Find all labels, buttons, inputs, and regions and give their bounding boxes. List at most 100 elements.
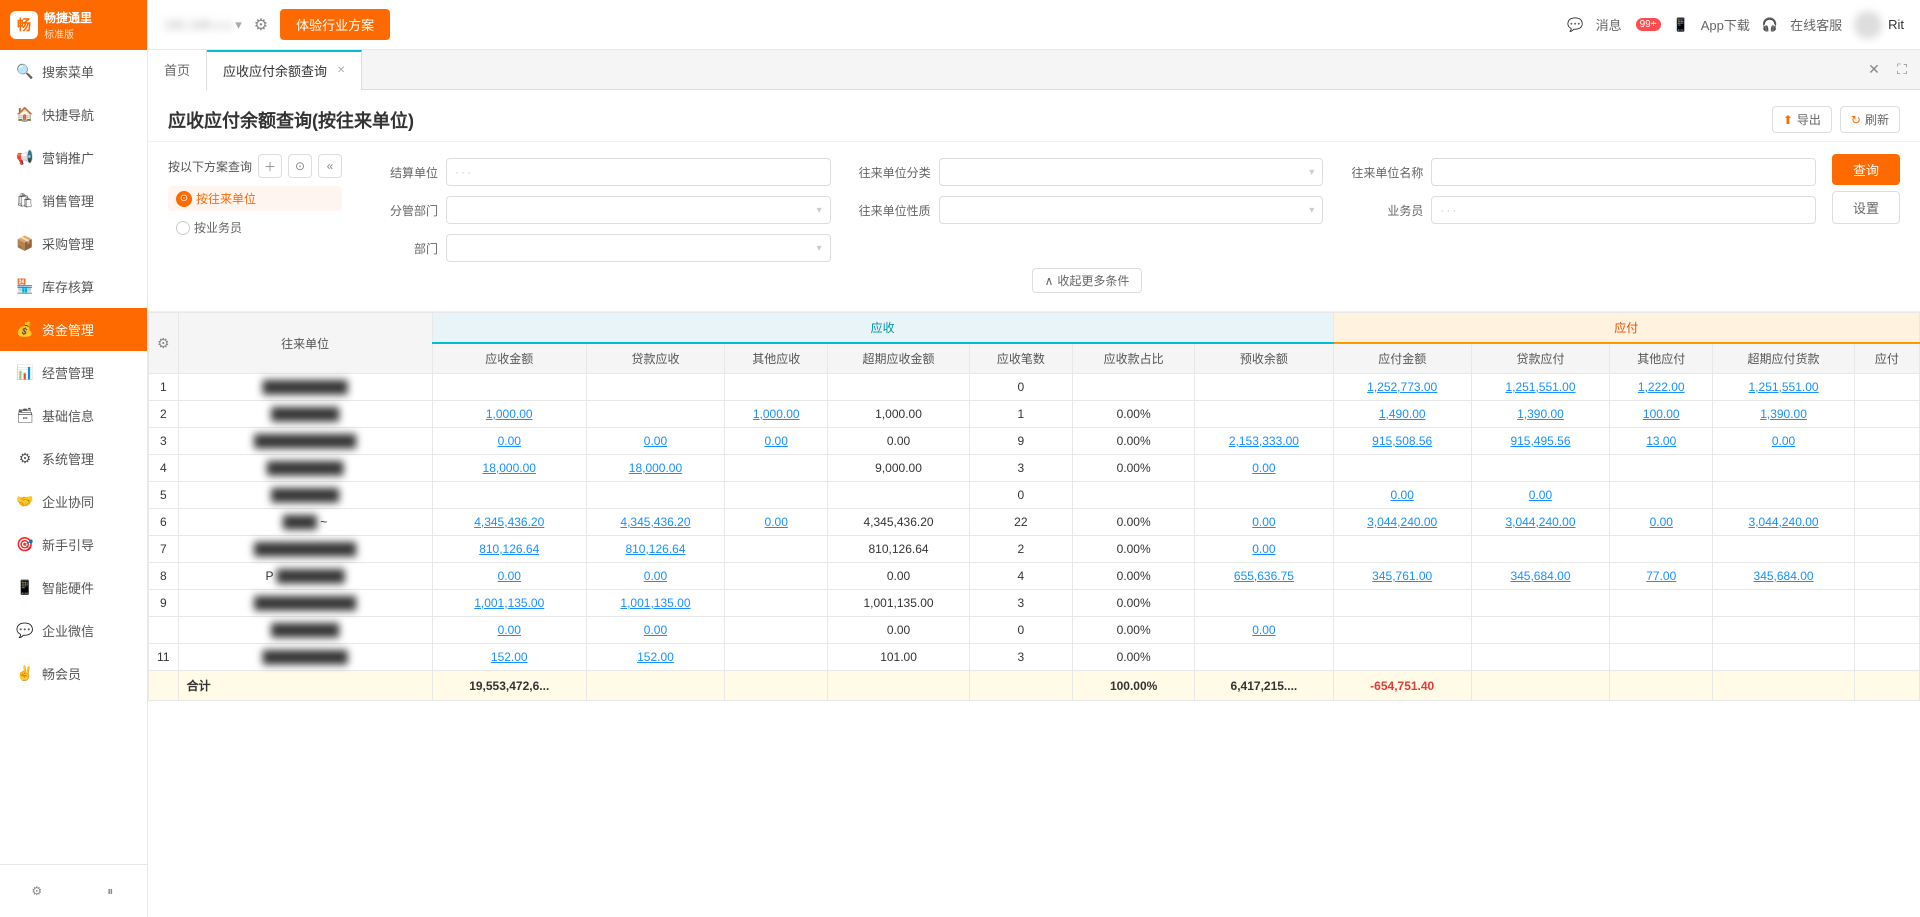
sidebar-item-inventory[interactable]: 🏪 库存核算 [0, 265, 147, 308]
query-settings-btns: 查询 设置 [1832, 154, 1900, 224]
partner-name-input[interactable] [1431, 158, 1816, 186]
sidebar-item-sales[interactable]: 🛍 销售管理 [0, 179, 147, 222]
scheme-back-btn[interactable]: « [318, 154, 342, 178]
col-ap-other: 其他应付 [1610, 343, 1713, 374]
sidebar-item-finance[interactable]: 💰 资金管理 [0, 308, 147, 351]
table-row: 11 ██████████ 152.00 152.00 101.00 3 0.0… [149, 644, 1920, 671]
search-fields-area: 结算单位 ··· 往来单位分类 ▾ [358, 154, 1816, 299]
sidebar-settings-btn[interactable]: ⚙ [21, 875, 53, 907]
message-btn[interactable]: 💬 消息 99+ [1567, 15, 1660, 34]
window-close-btn[interactable]: ✕ [1864, 60, 1884, 80]
sidebar-item-system[interactable]: ⚙ 系统管理 [0, 437, 147, 480]
col-setting-header[interactable]: ⚙ [149, 313, 179, 374]
field-partner-name: 往来单位名称 [1343, 158, 1816, 186]
collapse-row: ∧ 收起更多条件 [358, 262, 1816, 299]
field-salesperson: 业务员 ··· [1343, 196, 1816, 224]
scheme-by-partner[interactable]: ⊙ 按往来单位 [168, 186, 342, 211]
add-scheme-btn[interactable]: ＋ [258, 154, 282, 178]
wechat-icon: 💬 [16, 622, 34, 640]
user-info[interactable]: Rit [1854, 11, 1904, 39]
sidebar-item-wechat[interactable]: 💬 企业微信 [0, 609, 147, 652]
total-label: 合计 [178, 671, 432, 701]
dropdown-arrow-icon3: ▾ [1309, 205, 1314, 216]
ar-loan-cell [586, 374, 724, 401]
col-ap-overdue: 超期应付货款 [1713, 343, 1854, 374]
try-solution-button[interactable]: 体验行业方案 [280, 9, 390, 40]
col-ap-amount: 应付金额 [1333, 343, 1471, 374]
table-row: 9 ████████████ 1,001,135.00 1,001,135.00… [149, 590, 1920, 617]
sidebar-item-basic-info[interactable]: 🗃 基础信息 [0, 394, 147, 437]
partner-nature-label: 往来单位性质 [851, 202, 931, 219]
table-header: ⚙ 往来单位 应收 应付 [149, 313, 1920, 374]
dept-input[interactable]: ▾ [446, 234, 831, 262]
scheme-list: ⊙ 按往来单位 按业务员 [168, 186, 342, 240]
ap-amount-cell: 1,252,773.00 [1333, 374, 1471, 401]
table-settings-icon[interactable]: ⚙ [157, 335, 170, 351]
settlement-unit-input[interactable]: ··· [446, 158, 831, 186]
sidebar-item-business[interactable]: 📊 经营管理 [0, 351, 147, 394]
field-dept-manager: 分管部门 ▾ [358, 196, 831, 224]
sidebar-item-search[interactable]: 🔍 搜索菜单 [0, 50, 147, 93]
gear-settings-icon[interactable]: ⚙ [254, 15, 268, 35]
partner-category-label: 往来单位分类 [851, 164, 931, 181]
sidebar: 畅 畅捷通里 标准版 🔍 搜索菜单 🏠 快捷导航 📢 营销推广 🛍 销售管理 📦… [0, 0, 148, 917]
total-ar-ratio: 100.00% [1072, 671, 1194, 701]
tab-ar-query[interactable]: 应收应付余额查询 ✕ [207, 50, 362, 90]
online-service-btn[interactable]: 🎧 在线客服 [1762, 15, 1842, 34]
search-area: 按以下方案查询 ＋ ⊙ « ⊙ 按往来单位 [148, 142, 1920, 312]
table-body: 1 ██████████ 0 1,252,773.00 1,251,551.00 [149, 374, 1920, 701]
tab-bar: 首页 应收应付余额查询 ✕ ✕ ⛶ [148, 50, 1920, 90]
breadcrumb: 192.168.x.x ▾ [164, 17, 242, 33]
username: Rit [1888, 17, 1904, 32]
ar-other-cell [725, 374, 828, 401]
scheme-active-icon: ⊙ [176, 191, 192, 207]
sales-icon: 🛍 [16, 192, 34, 210]
sidebar-item-member[interactable]: ✌ 畅会员 [0, 652, 147, 695]
field-partner-category: 往来单位分类 ▾ [851, 158, 1324, 186]
cooperation-icon: 🤝 [16, 493, 34, 511]
logo-text: 畅捷通里 标准版 [44, 9, 92, 41]
partner-category-input[interactable]: ▾ [939, 158, 1324, 186]
tab-home[interactable]: 首页 [148, 50, 207, 90]
window-maximize-btn[interactable]: ⛶ [1892, 60, 1912, 80]
finance-icon: 💰 [16, 321, 34, 339]
tab-close-icon[interactable]: ✕ [337, 65, 345, 76]
collapse-btn[interactable]: ∧ 收起更多条件 [1032, 268, 1143, 293]
search-fields-grid: 结算单位 ··· 往来单位分类 ▾ [358, 158, 1816, 262]
app-download-btn[interactable]: 📱 App下载 [1673, 15, 1750, 34]
scheme-selector: 按以下方案查询 ＋ ⊙ « ⊙ 按往来单位 [168, 154, 342, 240]
refresh-button[interactable]: ↻ 刷新 [1840, 106, 1900, 133]
settlement-unit-label: 结算单位 [358, 164, 438, 181]
table-row: 4 █████████ 18,000.00 18,000.00 9,000.00… [149, 455, 1920, 482]
sidebar-item-label: 企业微信 [42, 621, 94, 640]
dropdown-arrow-icon4: ▾ [817, 243, 822, 254]
export-button[interactable]: ⬆ 导出 [1772, 106, 1832, 133]
sidebar-item-marketing[interactable]: 📢 营销推广 [0, 136, 147, 179]
total-ap-amount: -654,751.40 [1333, 671, 1471, 701]
sidebar-item-label: 基础信息 [42, 406, 94, 425]
col-ap-tail: 应付 [1854, 343, 1919, 374]
sidebar-item-quicknav[interactable]: 🏠 快捷导航 [0, 93, 147, 136]
sidebar-item-hardware[interactable]: 📱 智能硬件 [0, 566, 147, 609]
payable-group-header: 应付 [1333, 313, 1919, 344]
top-header: 192.168.x.x ▾ ⚙ 体验行业方案 💬 消息 99+ 📱 App下载 … [148, 0, 1920, 50]
page-header-actions: ⬆ 导出 ↻ 刷新 [1772, 106, 1900, 133]
sidebar-collapse-btn[interactable]: ⏸ [94, 875, 126, 907]
salesperson-input[interactable]: ··· [1431, 196, 1816, 224]
sidebar-item-purchase[interactable]: 📦 采购管理 [0, 222, 147, 265]
scheme-by-salesperson[interactable]: 按业务员 [168, 215, 342, 240]
settings-button[interactable]: 设置 [1832, 191, 1900, 224]
search-menu-icon: 🔍 [16, 63, 34, 81]
ap-tail-cell [1854, 374, 1919, 401]
sidebar-item-cooperation[interactable]: 🤝 企业协同 [0, 480, 147, 523]
dropdown-arrow-icon: ▾ [1309, 167, 1314, 178]
logo-icon: 畅 [10, 11, 38, 39]
partner-nature-input[interactable]: ▾ [939, 196, 1324, 224]
query-button[interactable]: 查询 [1832, 154, 1900, 185]
col-ar-overdue: 超期应收金额 [828, 343, 969, 374]
dept-manager-input[interactable]: ▾ [446, 196, 831, 224]
sidebar-item-guide[interactable]: 🎯 新手引导 [0, 523, 147, 566]
ap-loan-cell: 1,251,551.00 [1471, 374, 1609, 401]
scheme-settings-btn[interactable]: ⊙ [288, 154, 312, 178]
purchase-icon: 📦 [16, 235, 34, 253]
